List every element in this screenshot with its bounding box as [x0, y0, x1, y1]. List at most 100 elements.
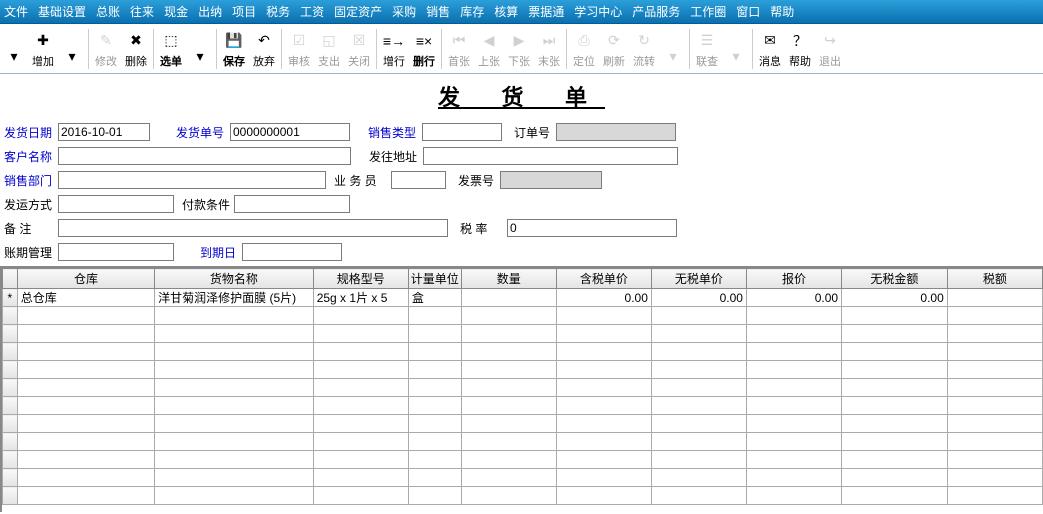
grid-cell[interactable] — [947, 379, 1042, 397]
grid-cell[interactable]: 盒 — [408, 289, 461, 307]
row-header[interactable]: * — [3, 289, 18, 307]
menu-item[interactable]: 工作圈 — [690, 3, 726, 20]
remark-input[interactable] — [58, 219, 448, 237]
grid-cell[interactable] — [155, 469, 314, 487]
shipmode-input[interactable] — [58, 195, 174, 213]
menu-item[interactable]: 项目 — [232, 3, 256, 20]
toolbar-button[interactable]: ≡×删行 — [409, 27, 439, 71]
grid-cell[interactable] — [556, 307, 651, 325]
grid-cell[interactable] — [947, 325, 1042, 343]
toolbar-button[interactable]: ≡→增行 — [379, 27, 409, 71]
grid-cell[interactable] — [842, 397, 948, 415]
grid-cell[interactable] — [461, 451, 556, 469]
grid-cell[interactable] — [155, 361, 314, 379]
menu-item[interactable]: 税务 — [266, 3, 290, 20]
grid-cell[interactable] — [947, 469, 1042, 487]
grid-cell[interactable] — [746, 433, 841, 451]
row-header[interactable] — [3, 487, 18, 505]
grid-cell[interactable]: 25g x 1片 x 5 — [313, 289, 408, 307]
toolbar-button[interactable]: ▾ — [58, 27, 86, 71]
customer-input[interactable] — [58, 147, 351, 165]
grid-cell[interactable] — [155, 397, 314, 415]
menu-item[interactable]: 帮助 — [770, 3, 794, 20]
column-header[interactable]: 含税单价 — [556, 269, 651, 289]
row-header[interactable] — [3, 307, 18, 325]
menu-item[interactable]: 总账 — [96, 3, 120, 20]
menu-item[interactable]: 文件 — [4, 3, 28, 20]
grid-cell[interactable] — [461, 325, 556, 343]
toolbar-button[interactable]: ⬚选单 — [156, 27, 186, 71]
menu-item[interactable]: 现金 — [164, 3, 188, 20]
column-header[interactable]: 计量单位 — [408, 269, 461, 289]
row-header[interactable] — [3, 469, 18, 487]
grid-cell[interactable] — [17, 487, 154, 505]
grid-cell[interactable] — [408, 307, 461, 325]
grid-cell[interactable] — [947, 487, 1042, 505]
menu-item[interactable]: 票据通 — [528, 3, 564, 20]
grid-cell[interactable] — [842, 307, 948, 325]
grid-cell[interactable] — [842, 469, 948, 487]
grid-cell[interactable] — [651, 415, 746, 433]
grid-cell[interactable] — [313, 451, 408, 469]
grid-cell[interactable] — [408, 361, 461, 379]
shipaddr-input[interactable] — [423, 147, 678, 165]
grid-cell[interactable] — [947, 343, 1042, 361]
grid-cell[interactable] — [651, 451, 746, 469]
grid-cell[interactable] — [461, 433, 556, 451]
toolbar-button[interactable]: ✚增加 — [28, 27, 58, 71]
grid-cell[interactable] — [461, 289, 556, 307]
grid-cell[interactable]: 0.00 — [651, 289, 746, 307]
grid-cell[interactable] — [313, 343, 408, 361]
grid-cell[interactable] — [947, 289, 1042, 307]
grid-cell[interactable] — [746, 325, 841, 343]
menu-item[interactable]: 固定资产 — [334, 3, 382, 20]
menu-item[interactable]: 产品服务 — [632, 3, 680, 20]
column-header[interactable]: 无税金额 — [842, 269, 948, 289]
grid-cell[interactable] — [155, 343, 314, 361]
grid-cell[interactable] — [556, 433, 651, 451]
grid-cell[interactable] — [651, 487, 746, 505]
grid-cell[interactable]: 总仓库 — [17, 289, 154, 307]
clerk-input[interactable] — [391, 171, 446, 189]
grid-cell[interactable] — [651, 469, 746, 487]
menu-item[interactable]: 采购 — [392, 3, 416, 20]
date-input[interactable] — [58, 123, 150, 141]
menu-item[interactable]: 出纳 — [198, 3, 222, 20]
grid-cell[interactable] — [461, 415, 556, 433]
grid-cell[interactable] — [408, 343, 461, 361]
toolbar-button[interactable]: ▾ — [186, 27, 214, 71]
grid-cell[interactable] — [17, 469, 154, 487]
data-grid[interactable]: 仓库货物名称规格型号计量单位数量含税单价无税单价报价无税金额税额*总仓库洋甘菊润… — [2, 268, 1043, 505]
column-header[interactable]: 数量 — [461, 269, 556, 289]
grid-cell[interactable] — [313, 397, 408, 415]
grid-cell[interactable] — [842, 415, 948, 433]
menu-item[interactable]: 往来 — [130, 3, 154, 20]
menu-item[interactable]: 库存 — [460, 3, 484, 20]
grid-cell[interactable] — [461, 307, 556, 325]
grid-cell[interactable] — [746, 379, 841, 397]
grid-cell[interactable] — [155, 379, 314, 397]
grid-cell[interactable] — [461, 397, 556, 415]
grid-cell[interactable] — [746, 361, 841, 379]
grid-cell[interactable] — [947, 307, 1042, 325]
grid-cell[interactable] — [155, 415, 314, 433]
grid-cell[interactable] — [313, 379, 408, 397]
grid-cell[interactable] — [155, 433, 314, 451]
grid-cell[interactable] — [556, 469, 651, 487]
grid-cell[interactable] — [651, 379, 746, 397]
grid-cell[interactable] — [651, 433, 746, 451]
grid-cell[interactable] — [842, 343, 948, 361]
grid-cell[interactable] — [746, 469, 841, 487]
grid-cell[interactable] — [651, 361, 746, 379]
grid-cell[interactable] — [408, 397, 461, 415]
grid-cell[interactable] — [651, 325, 746, 343]
grid-cell[interactable] — [556, 397, 651, 415]
menu-item[interactable]: 工资 — [300, 3, 324, 20]
row-header[interactable] — [3, 433, 18, 451]
menu-item[interactable]: 学习中心 — [574, 3, 622, 20]
grid-cell[interactable] — [461, 469, 556, 487]
row-header[interactable] — [3, 379, 18, 397]
grid-cell[interactable] — [461, 487, 556, 505]
toolbar-button[interactable]: ✉消息 — [755, 27, 785, 71]
grid-cell[interactable] — [408, 469, 461, 487]
